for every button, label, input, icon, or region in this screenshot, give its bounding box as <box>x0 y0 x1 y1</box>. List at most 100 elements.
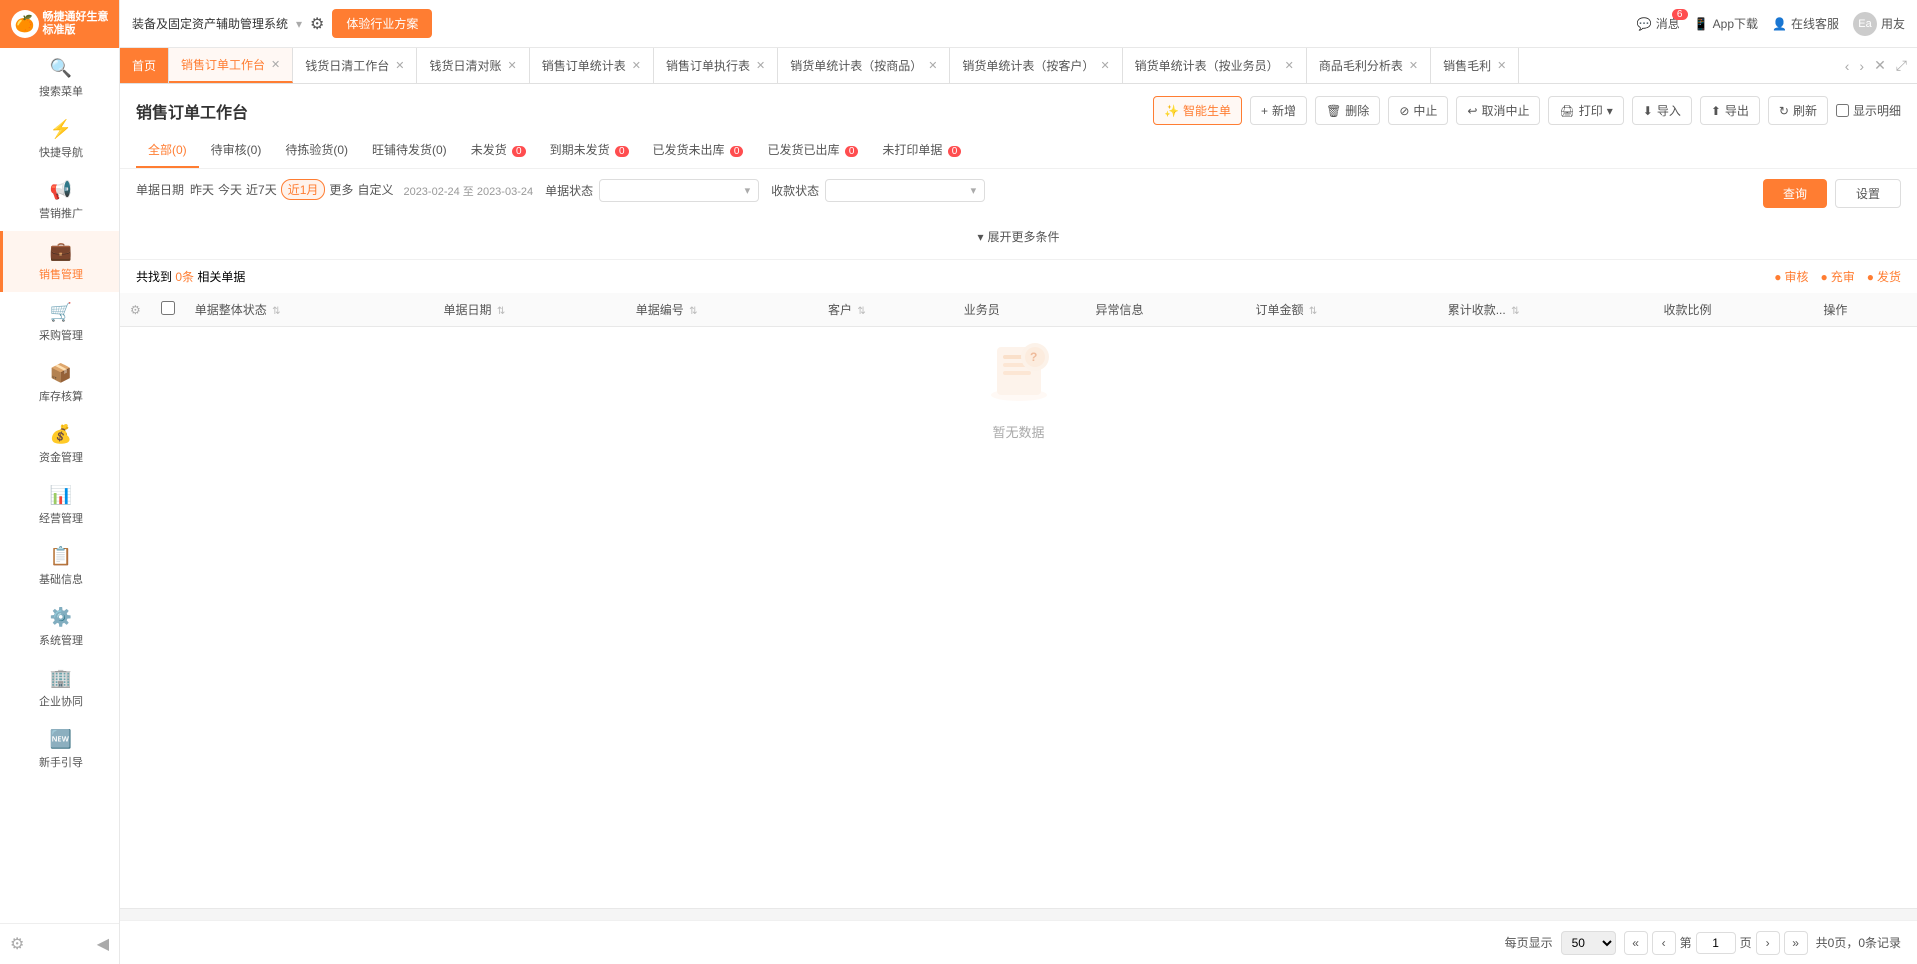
tab-close-cash-daily[interactable]: ✕ <box>395 59 404 72</box>
tab-cash-daily[interactable]: 钱货日清工作台 ✕ <box>293 48 417 83</box>
tab-close-sales-order-stats[interactable]: ✕ <box>632 59 641 72</box>
tab-sales-profit[interactable]: 销售毛利 ✕ <box>1431 48 1519 83</box>
settings-footer-btn[interactable]: ⚙ <box>10 934 24 954</box>
page-input[interactable] <box>1696 932 1736 954</box>
add-btn[interactable]: + 新增 <box>1250 96 1307 125</box>
tab-close-product-margin[interactable]: ✕ <box>1409 59 1418 72</box>
tab-close-sales-summary-staff[interactable]: ✕ <box>1285 59 1294 72</box>
filter-tab-shipped-not-out[interactable]: 已发货未出库 0 <box>641 133 756 168</box>
page-next-btn[interactable]: › <box>1756 931 1780 955</box>
page-prev-btn[interactable]: ‹ <box>1652 931 1676 955</box>
tab-close-sales-order-workbench[interactable]: ✕ <box>271 58 280 71</box>
tab-cash-reconcile[interactable]: 钱货日清对账 ✕ <box>417 48 529 83</box>
refresh-icon: ↻ <box>1779 104 1789 118</box>
filter-tab-pending-review[interactable]: 待审核(0) <box>199 133 274 168</box>
payment-select[interactable]: ▾ <box>825 179 985 202</box>
filter-tab-shipped-out[interactable]: 已发货已出库 0 <box>755 133 870 168</box>
page-first-btn[interactable]: « <box>1624 931 1648 955</box>
sidebar-item-search[interactable]: 🔍 搜索菜单 <box>0 48 119 109</box>
sidebar-item-purchase[interactable]: 🛒 采购管理 <box>0 292 119 353</box>
online-service-btn[interactable]: 👤 在线客服 <box>1772 15 1839 32</box>
collapse-sidebar-btn[interactable]: ◀ <box>97 934 109 954</box>
sidebar-item-guide[interactable]: 🆕 新手引导 <box>0 719 119 780</box>
message-btn[interactable]: 💬 6 消息 <box>1637 15 1680 32</box>
tab-sales-order-stats[interactable]: 销售订单统计表 ✕ <box>530 48 654 83</box>
status-sort-icon[interactable]: ⇅ <box>272 306 280 317</box>
sales-order-workbench-page: 销售订单工作台 ✨ 智能生单 + 新增 🗑 删除 ⊘ <box>120 84 1917 964</box>
tab-close-cash-reconcile[interactable]: ✕ <box>508 59 517 72</box>
date-yesterday[interactable]: 昨天 <box>190 181 214 198</box>
date-7days[interactable]: 近7天 <box>246 181 277 198</box>
gear-col-icon[interactable]: ⚙ <box>130 303 141 317</box>
tab-close-sales-exec[interactable]: ✕ <box>756 59 765 72</box>
tab-close-sales-summary-product[interactable]: ✕ <box>928 59 937 72</box>
query-btn[interactable]: 查询 <box>1763 179 1827 208</box>
tab-home[interactable]: 首页 <box>120 48 169 83</box>
sidebar-item-quick-nav[interactable]: ⚡ 快捷导航 <box>0 109 119 170</box>
status-select[interactable]: ▾ <box>599 179 759 202</box>
sidebar-item-basic-info[interactable]: 📋 基础信息 <box>0 536 119 597</box>
industry-btn[interactable]: 体验行业方案 <box>332 9 432 38</box>
tab-sales-exec[interactable]: 销售订单执行表 ✕ <box>654 48 778 83</box>
date-1month[interactable]: 近1月 <box>281 179 326 200</box>
sidebar-item-enterprise[interactable]: 🏢 企业协同 <box>0 658 119 719</box>
tab-close-sales-summary-customer[interactable]: ✕ <box>1100 59 1109 72</box>
suspend-btn[interactable]: ⊘ 中止 <box>1388 96 1448 125</box>
filter-tab-all[interactable]: 全部(0) <box>136 133 199 168</box>
date-custom[interactable]: 自定义 <box>357 181 393 198</box>
sidebar-item-sales[interactable]: 💼 销售管理 <box>0 231 119 292</box>
import-btn[interactable]: ⬇ 导入 <box>1632 96 1692 125</box>
status-field: 单据状态 ▾ <box>545 179 759 202</box>
cancel-suspend-btn[interactable]: ↩ 取消中止 <box>1456 96 1540 125</box>
ship-action-btn[interactable]: ● 发货 <box>1867 268 1901 285</box>
date-sort-icon[interactable]: ⇅ <box>497 306 505 317</box>
tab-sales-order-workbench[interactable]: 销售订单工作台 ✕ <box>169 48 293 83</box>
tab-nav-close-all[interactable]: ✕ <box>1870 55 1890 76</box>
sidebar-item-marketing[interactable]: 📢 营销推广 <box>0 170 119 231</box>
number-sort-icon[interactable]: ⇅ <box>689 306 697 317</box>
tab-nav-fullscreen[interactable]: ⤢ <box>1892 55 1911 76</box>
refresh-btn[interactable]: ↻ 刷新 <box>1768 96 1828 125</box>
collected-sort-icon[interactable]: ⇅ <box>1511 306 1519 317</box>
show-detail-input[interactable] <box>1836 104 1849 117</box>
print-btn[interactable]: 🖨 打印 ▾ <box>1548 96 1623 125</box>
tab-close-sales-profit[interactable]: ✕ <box>1497 59 1506 72</box>
date-today[interactable]: 今天 <box>218 181 242 198</box>
filter-tab-not-printed[interactable]: 未打印单据 0 <box>870 133 973 168</box>
user-menu[interactable]: Ea 用友 <box>1853 12 1905 36</box>
amount-sort-icon[interactable]: ⇅ <box>1309 306 1317 317</box>
page-last-btn[interactable]: » <box>1784 931 1808 955</box>
sidebar-item-finance[interactable]: 💰 资金管理 <box>0 414 119 475</box>
sidebar-item-operations[interactable]: 📊 经营管理 <box>0 475 119 536</box>
export-btn[interactable]: ⬆ 导出 <box>1700 96 1760 125</box>
filter-tab-expired[interactable]: 到期未发货 0 <box>538 133 641 168</box>
review-action-btn[interactable]: ● 审核 <box>1774 268 1808 285</box>
filter-tab-wangpu-ship[interactable]: 旺铺待发货(0) <box>360 133 459 168</box>
sidebar-item-inventory[interactable]: 📦 库存核算 <box>0 353 119 414</box>
customer-sort-icon[interactable]: ⇅ <box>857 306 865 317</box>
app-download-btn[interactable]: 📱 App下载 <box>1694 15 1758 32</box>
select-all-checkbox[interactable] <box>161 301 175 315</box>
col-ratio: 收款比例 <box>1653 293 1813 327</box>
date-more[interactable]: 更多 <box>329 181 353 198</box>
tab-sales-summary-customer[interactable]: 销货单统计表（按客户） ✕ <box>950 48 1122 83</box>
horizontal-scrollbar[interactable] <box>120 908 1917 920</box>
per-page-select[interactable]: 50 10 20 100 <box>1561 931 1616 955</box>
system-title-dropdown[interactable]: ▾ <box>296 17 302 31</box>
tab-sales-summary-product[interactable]: 销货单统计表（按商品） ✕ <box>778 48 950 83</box>
tab-nav-next[interactable]: › <box>1855 56 1868 76</box>
cancel-review-action-btn[interactable]: ● 充审 <box>1820 268 1854 285</box>
tab-nav-prev[interactable]: ‹ <box>1841 56 1854 76</box>
filter-tab-not-shipped[interactable]: 未发货 0 <box>459 133 538 168</box>
tab-sales-summary-staff[interactable]: 销货单统计表（按业务员） ✕ <box>1123 48 1307 83</box>
delete-btn[interactable]: 🗑 删除 <box>1315 96 1380 125</box>
set-btn[interactable]: 设置 <box>1835 179 1901 208</box>
sidebar-item-system[interactable]: ⚙️ 系统管理 <box>0 597 119 658</box>
filter-tab-pending-inspect[interactable]: 待拣验货(0) <box>273 133 360 168</box>
show-detail-checkbox[interactable]: 显示明细 <box>1836 102 1901 119</box>
expand-btn[interactable]: ▾ 展开更多条件 <box>969 224 1067 249</box>
tab-product-margin[interactable]: 商品毛利分析表 ✕ <box>1307 48 1431 83</box>
smart-btn[interactable]: ✨ 智能生单 <box>1153 96 1242 125</box>
topbar-settings-icon[interactable]: ⚙ <box>310 14 324 34</box>
result-bar: 共找到 0条 相关单据 ● 审核 ● 充审 ● 发货 <box>120 260 1917 293</box>
